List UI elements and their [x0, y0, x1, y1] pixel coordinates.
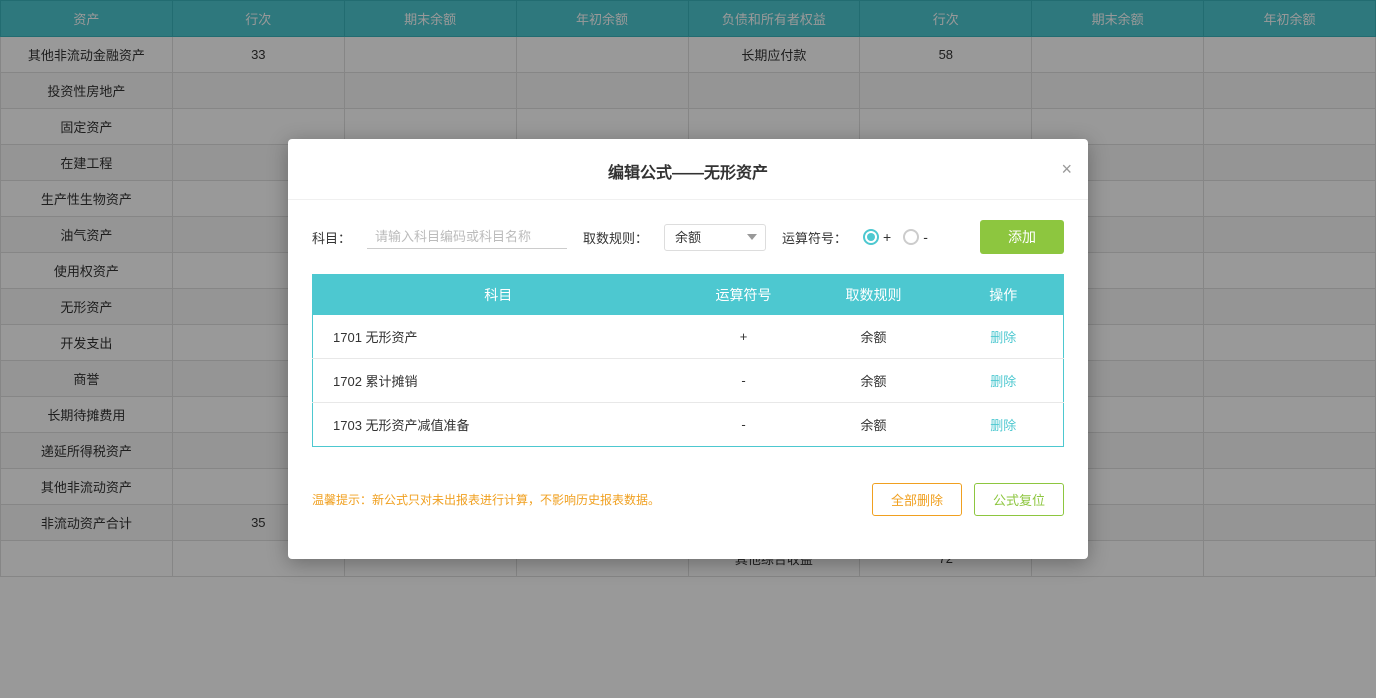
operator-plus-radio[interactable]: + [863, 229, 891, 245]
delete-row-button[interactable]: 删除 [990, 418, 1016, 433]
rule-select-wrapper: 余额 借方发生额 贷方发生额 期初余额 [664, 224, 766, 251]
formula-operator-cell: - [684, 359, 804, 403]
formula-table-row: 1702 累计摊销-余额 删除 [313, 359, 1064, 403]
formula-subject-cell: 1702 累计摊销 [313, 359, 684, 403]
reset-formula-button[interactable]: 公式复位 [974, 483, 1064, 516]
formula-rule-cell: 余额 [804, 403, 944, 447]
delete-all-button[interactable]: 全部删除 [872, 483, 962, 516]
operator-minus-label: - [923, 229, 928, 245]
modal-footer: 温馨提示：新公式只对未出报表进行计算，不影响历史报表数据。 全部删除 公式复位 [288, 467, 1088, 536]
table-header-operator: 运算符号 [684, 275, 804, 316]
operator-minus-radio-circle [903, 229, 919, 245]
formula-table-row: 1703 无形资产减值准备-余额 删除 [313, 403, 1064, 447]
operator-minus-radio[interactable]: - [903, 229, 928, 245]
formula-rule-cell: 余额 [804, 315, 944, 359]
table-header-subject: 科目 [313, 275, 684, 316]
delete-row-button[interactable]: 删除 [990, 374, 1016, 389]
operator-plus-radio-circle [863, 229, 879, 245]
formula-action-cell: 删除 [944, 315, 1064, 359]
formula-operator-cell: - [684, 403, 804, 447]
subject-label: 科目： [312, 228, 351, 247]
formula-action-cell: 删除 [944, 403, 1064, 447]
table-header-rule: 取数规则 [804, 275, 944, 316]
operator-label: 运算符号： [782, 228, 847, 247]
formula-action-cell: 删除 [944, 359, 1064, 403]
subject-input[interactable] [367, 225, 567, 249]
formula-rule-cell: 余额 [804, 359, 944, 403]
formula-form-row: 科目： 取数规则： 余额 借方发生额 贷方发生额 期初余额 运算符号： + [312, 220, 1064, 254]
formula-table: 科目 运算符号 取数规则 操作 1701 无形资产+余额删除1702 累计摊销-… [312, 274, 1064, 447]
formula-table-row: 1701 无形资产+余额 删除 [313, 315, 1064, 359]
formula-subject-cell: 1701 无形资产 [313, 315, 684, 359]
rule-select[interactable]: 余额 借方发生额 贷方发生额 期初余额 [664, 224, 766, 251]
modal-overlay: 编辑公式——无形资产 × 科目： 取数规则： 余额 借方发生额 贷方发生额 期初… [0, 0, 1376, 698]
formula-subject-cell: 1703 无形资产减值准备 [313, 403, 684, 447]
modal-header: 编辑公式——无形资产 × [288, 139, 1088, 200]
modal-body: 科目： 取数规则： 余额 借方发生额 贷方发生额 期初余额 运算符号： + [288, 200, 1088, 467]
delete-row-button[interactable]: 删除 [990, 330, 1016, 345]
rule-label: 取数规则： [583, 228, 648, 247]
operator-radio-group: + - [863, 229, 928, 245]
modal-close-button[interactable]: × [1061, 160, 1072, 178]
footer-buttons: 全部删除 公式复位 [872, 483, 1064, 516]
operator-plus-label: + [883, 229, 891, 245]
formula-operator-cell: + [684, 315, 804, 359]
modal-dialog: 编辑公式——无形资产 × 科目： 取数规则： 余额 借方发生额 贷方发生额 期初… [288, 139, 1088, 559]
footer-tip: 温馨提示：新公式只对未出报表进行计算，不影响历史报表数据。 [312, 491, 660, 508]
table-header-action: 操作 [944, 275, 1064, 316]
add-button[interactable]: 添加 [980, 220, 1064, 254]
modal-title: 编辑公式——无形资产 [608, 165, 768, 182]
